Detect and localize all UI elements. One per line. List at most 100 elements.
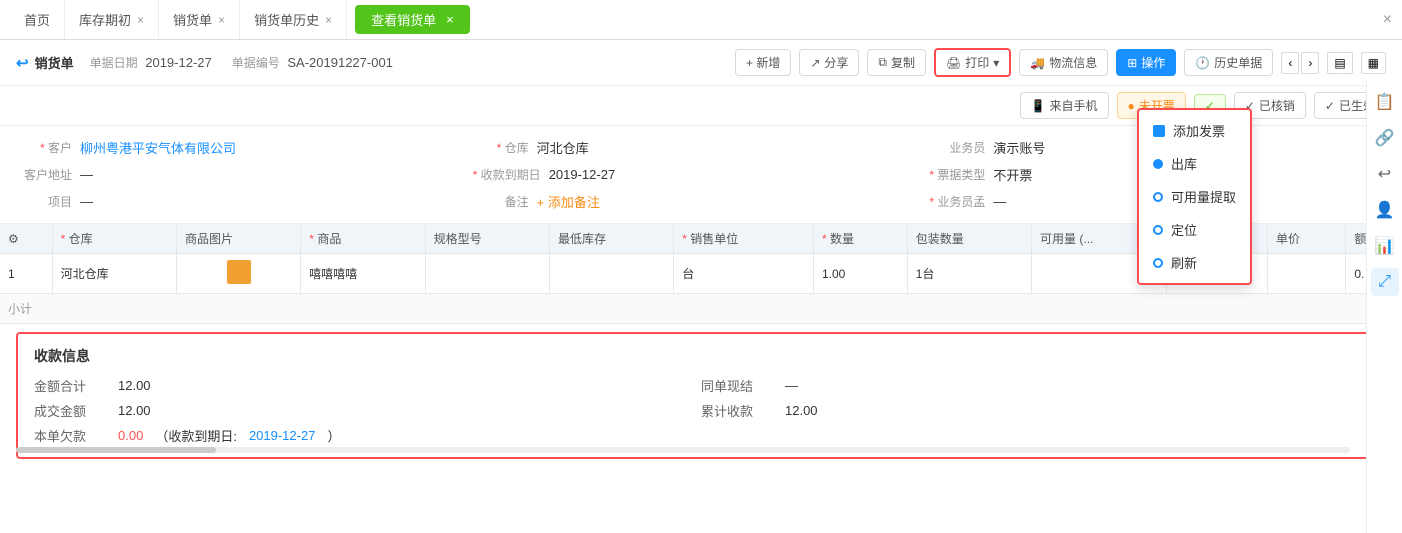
view1-button[interactable]: ▤: [1327, 52, 1352, 74]
share-button[interactable]: ↗ 分享: [799, 49, 859, 76]
available-qty-label: 可用量提取: [1171, 187, 1236, 206]
view2-button[interactable]: ▦: [1361, 52, 1386, 74]
available-qty-icon: [1153, 192, 1163, 202]
tab-label: 首页: [24, 10, 50, 29]
add-remark-button[interactable]: + 添加备注: [537, 192, 600, 211]
menu-add-invoice[interactable]: 添加发票: [1139, 114, 1250, 147]
print-button[interactable]: 🖨 打印 ▾: [934, 48, 1011, 77]
from-phone-button[interactable]: 📱 来自手机: [1020, 92, 1109, 119]
staff-value: 演示账号: [993, 138, 1045, 157]
locate-label: 定位: [1171, 220, 1197, 239]
grid-icon: ⊞: [1127, 56, 1137, 70]
effective-icon: ✓: [1325, 99, 1335, 113]
tab-close-icon[interactable]: ×: [325, 13, 332, 27]
col-image: 商品图片: [176, 224, 300, 254]
tab-home[interactable]: 首页: [10, 0, 65, 39]
customer-label: 客户: [16, 139, 72, 156]
col-settings[interactable]: ⚙: [0, 224, 52, 254]
tab-inventory-init[interactable]: 库存期初 ×: [65, 0, 159, 39]
address-label: 客户地址: [16, 166, 72, 183]
new-button[interactable]: + 新增: [735, 49, 791, 76]
tab-bar: 首页 库存期初 × 销货单 × 销货单历史 × 查看销货单 × ×: [0, 0, 1402, 40]
sidebar-expand-icon[interactable]: ⤢: [1371, 268, 1399, 296]
print-icon: 🖨: [946, 56, 961, 70]
row-warehouse: 河北仓库: [52, 254, 176, 294]
row-min-stock: [549, 254, 673, 294]
operations-dropdown: 添加发票 出库 可用量提取 定位 刷新: [1137, 108, 1252, 285]
cumulative-row: 累计收款 12.00: [701, 401, 1368, 420]
horizontal-scrollbar[interactable]: [16, 447, 1350, 453]
amount-value: 12.00: [118, 378, 151, 393]
sidebar-chart-icon[interactable]: 📊: [1371, 232, 1399, 260]
logistics-button[interactable]: 🚚 物流信息: [1019, 49, 1108, 76]
tab-close-icon[interactable]: ×: [218, 13, 225, 27]
amount-row: 金额合计 12.00: [34, 376, 701, 395]
balance-row: 本单欠款 0.00 （收款到期日: 2019-12-27 ）: [34, 426, 701, 445]
next-button[interactable]: ›: [1301, 52, 1319, 74]
warehouse-row: 仓库 河北仓库: [473, 138, 930, 157]
main-content: 📋 🔗 ↩ 👤 📊 ⤢ ↩ 销货单 单据日期 2019-12-27 单据编号 S…: [0, 40, 1402, 533]
salesperson-value: —: [993, 194, 1006, 209]
print-label: 打印: [965, 54, 989, 71]
history-button[interactable]: 🕐 历史单据: [1184, 49, 1273, 76]
tab-sales-history[interactable]: 销货单历史 ×: [240, 0, 347, 39]
subtotal-label: 小计: [0, 294, 1402, 324]
sidebar-user-icon[interactable]: 👤: [1371, 196, 1399, 224]
balance-date: 2019-12-27: [249, 428, 316, 443]
sidebar-link-icon[interactable]: 🔗: [1371, 124, 1399, 152]
menu-available-qty[interactable]: 可用量提取: [1139, 180, 1250, 213]
close-window-button[interactable]: ×: [1383, 11, 1392, 29]
customer-row: 客户 柳州粤港平安气体有限公司: [16, 138, 473, 157]
customer-value[interactable]: 柳州粤港平安气体有限公司: [80, 138, 236, 157]
scrollbar-thumb[interactable]: [16, 447, 216, 453]
remark-row: 备注 + 添加备注: [473, 192, 930, 211]
payment-grid: 金额合计 12.00 同单现结 — 成交金额 12.00 累计收款 12.00 …: [34, 376, 1368, 445]
same-order-value: —: [785, 378, 798, 393]
plus-icon: +: [537, 195, 545, 210]
tab-sales-order[interactable]: 销货单 ×: [159, 0, 240, 39]
address-value: —: [80, 167, 93, 182]
warehouse-value: 河北仓库: [537, 138, 589, 157]
salesperson-label: 业务员孟: [929, 193, 985, 210]
col-pack-qty: 包装数量: [907, 224, 1031, 254]
locate-icon: [1153, 225, 1163, 235]
doc-title: ↩ 销货单: [16, 53, 74, 72]
operations-button[interactable]: ⊞ 操作: [1116, 49, 1176, 76]
col-price: 单价: [1267, 224, 1345, 254]
amount-label: 金额合计: [34, 376, 106, 395]
tab-close-active-icon[interactable]: ×: [446, 12, 454, 27]
col-unit: 销售单位: [674, 224, 814, 254]
share-label: 分享: [824, 54, 848, 71]
payment-section: 收款信息 金额合计 12.00 同单现结 — 成交金额 12.00 累计收款 1…: [16, 332, 1386, 459]
tab-view-sales[interactable]: 查看销货单 ×: [355, 5, 470, 34]
number-value: SA-20191227-001: [287, 55, 393, 70]
row-spec: [425, 254, 549, 294]
remark-add-label: 添加备注: [548, 195, 600, 210]
sidebar-return-icon[interactable]: ↩: [1371, 160, 1399, 188]
deal-amount-value: 12.00: [118, 403, 151, 418]
balance-value: 0.00: [118, 428, 143, 443]
copy-button[interactable]: ⧉ 复制: [867, 49, 926, 76]
sidebar-doc-icon[interactable]: 📋: [1371, 88, 1399, 116]
number-label: 单据编号: [232, 56, 280, 70]
prev-button[interactable]: ‹: [1281, 52, 1299, 74]
copy-icon: ⧉: [878, 55, 887, 70]
balance-close: ）: [327, 426, 340, 445]
from-phone-label: 来自手机: [1050, 97, 1098, 114]
tab-close-icon[interactable]: ×: [137, 13, 144, 27]
row-price: [1267, 254, 1345, 294]
phone-icon: 📱: [1031, 99, 1046, 113]
doc-header: ↩ 销货单 单据日期 2019-12-27 单据编号 SA-20191227-0…: [0, 40, 1402, 86]
history-label: 历史单据: [1214, 54, 1262, 71]
menu-refresh[interactable]: 刷新: [1139, 246, 1250, 279]
menu-locate[interactable]: 定位: [1139, 213, 1250, 246]
outbound-icon: [1153, 159, 1163, 169]
tab-label: 销货单: [173, 10, 212, 29]
right-sidebar: 📋 🔗 ↩ 👤 📊 ⤢: [1366, 80, 1402, 533]
payment-title: 收款信息: [34, 346, 1368, 366]
logistics-label: 物流信息: [1049, 54, 1097, 71]
menu-outbound[interactable]: 出库: [1139, 147, 1250, 180]
copy-label: 复制: [891, 54, 915, 71]
staff-label: 业务员: [929, 139, 985, 156]
tab-label: 查看销货单: [371, 10, 436, 29]
